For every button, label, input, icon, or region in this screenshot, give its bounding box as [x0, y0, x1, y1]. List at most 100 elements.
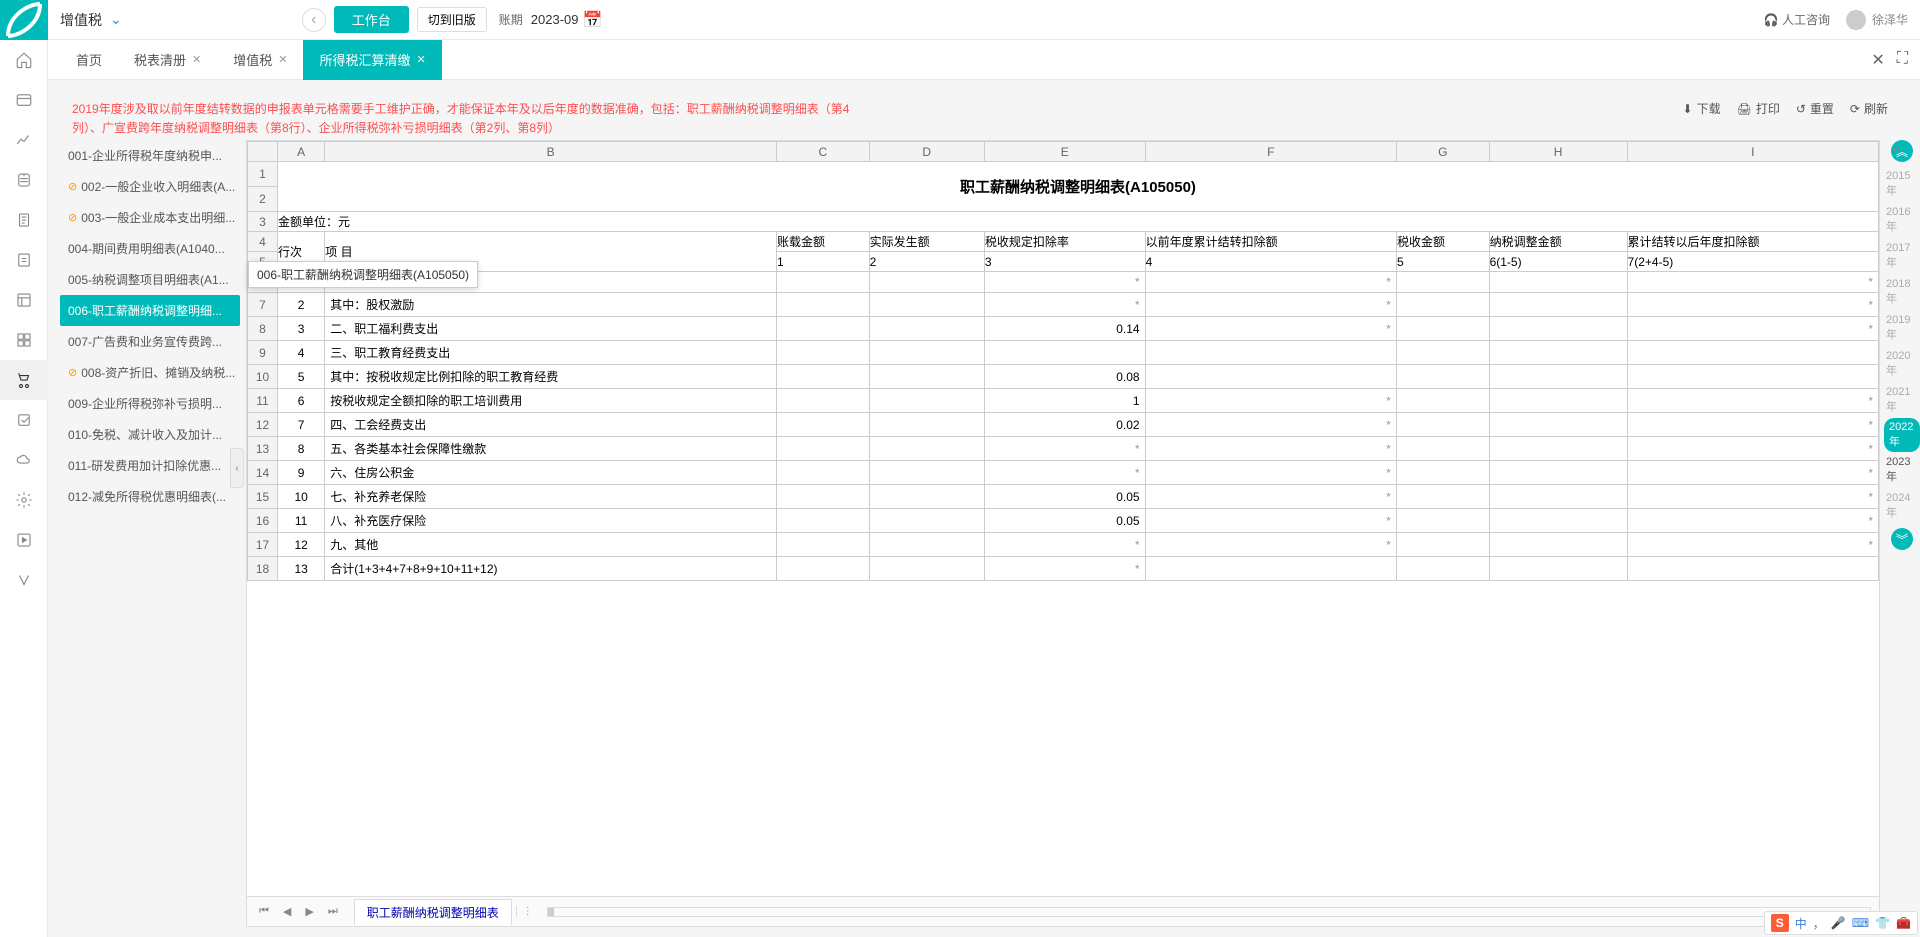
- col-header[interactable]: D: [869, 142, 984, 162]
- cell-item[interactable]: 七、补充养老保险: [325, 485, 777, 509]
- nav-chart-icon[interactable]: [0, 120, 48, 160]
- cell-value[interactable]: [1396, 509, 1489, 533]
- row-header[interactable]: 4: [248, 232, 278, 252]
- form-list-item[interactable]: 011-研发费用加计扣除优惠...: [60, 450, 240, 481]
- nav-home-icon[interactable]: [0, 40, 48, 80]
- cell-value[interactable]: [776, 461, 869, 485]
- cell-value[interactable]: 0.05: [984, 509, 1145, 533]
- expand-icon[interactable]: ⛶: [1897, 50, 1908, 70]
- row-header[interactable]: 7: [248, 293, 278, 317]
- sheet-expand-icon[interactable]: »: [1892, 140, 1900, 156]
- year-item[interactable]: 2016年: [1884, 202, 1920, 238]
- cell-value[interactable]: [1396, 272, 1489, 293]
- cell-value[interactable]: *: [1145, 437, 1396, 461]
- close-icon[interactable]: ✕: [192, 53, 201, 66]
- col-header[interactable]: A: [278, 142, 325, 162]
- old-version-button[interactable]: 切到旧版: [417, 7, 487, 32]
- cell-rownum[interactable]: 5: [278, 365, 325, 389]
- cell-value[interactable]: [1396, 365, 1489, 389]
- row-header[interactable]: 3: [248, 212, 278, 232]
- cell-value[interactable]: [869, 413, 984, 437]
- cell-value[interactable]: [776, 341, 869, 365]
- form-list-item[interactable]: 005-纳税调整项目明细表(A1...: [60, 264, 240, 295]
- row-header[interactable]: 12: [248, 413, 278, 437]
- cell-value[interactable]: *: [1145, 389, 1396, 413]
- cell-value[interactable]: [1396, 557, 1489, 581]
- tab-item[interactable]: 增值税✕: [217, 40, 303, 80]
- tab-item[interactable]: 首页: [60, 40, 118, 80]
- row-header[interactable]: 8: [248, 317, 278, 341]
- year-item[interactable]: 2017年: [1884, 238, 1920, 274]
- year-item[interactable]: 2018年: [1884, 274, 1920, 310]
- row-header[interactable]: 10: [248, 365, 278, 389]
- cell-rownum[interactable]: 9: [278, 461, 325, 485]
- form-list-item[interactable]: 007-广告费和业务宣传费跨...: [60, 326, 240, 357]
- cell-value[interactable]: *: [1145, 293, 1396, 317]
- cell-item[interactable]: 九、其他: [325, 533, 777, 557]
- ime-punct[interactable]: ，: [1813, 915, 1825, 932]
- year-item[interactable]: 2021年: [1884, 382, 1920, 418]
- cell-value[interactable]: *: [1145, 272, 1396, 293]
- close-icon[interactable]: ✕: [417, 53, 426, 66]
- sheet-tab[interactable]: 职工薪酬纳税调整明细表: [354, 899, 512, 925]
- ime-mic-icon[interactable]: 🎤: [1831, 916, 1846, 930]
- form-list-item[interactable]: 001-企业所得税年度纳税申...: [60, 140, 240, 171]
- cell-value[interactable]: *: [984, 293, 1145, 317]
- cell-value[interactable]: [1489, 389, 1627, 413]
- cell-rownum[interactable]: 7: [278, 413, 325, 437]
- cell-value[interactable]: [869, 557, 984, 581]
- cell-value[interactable]: [1627, 557, 1878, 581]
- print-button[interactable]: 🖨打印: [1737, 100, 1780, 117]
- cell-value[interactable]: [776, 557, 869, 581]
- cell-value[interactable]: [869, 533, 984, 557]
- horizontal-scrollbar[interactable]: [547, 907, 1871, 917]
- cell-value[interactable]: *: [984, 557, 1145, 581]
- form-list-item[interactable]: ⊘002-一般企业收入明细表(A...: [60, 171, 240, 202]
- cell-value[interactable]: [1396, 437, 1489, 461]
- tab-item[interactable]: 所得税汇算清缴✕: [303, 40, 441, 80]
- row-header[interactable]: 9: [248, 341, 278, 365]
- cell-value[interactable]: *: [1627, 509, 1878, 533]
- cell-value[interactable]: [1489, 272, 1627, 293]
- form-list-item[interactable]: 010-免税、减计收入及加计...: [60, 419, 240, 450]
- cell-value[interactable]: *: [1627, 413, 1878, 437]
- cell-value[interactable]: *: [1145, 509, 1396, 533]
- cell-value[interactable]: *: [1145, 317, 1396, 341]
- close-all-icon[interactable]: ✕: [1871, 50, 1884, 70]
- nav-money-icon[interactable]: [0, 160, 48, 200]
- cell-value[interactable]: [776, 389, 869, 413]
- nav-template-icon[interactable]: [0, 280, 48, 320]
- cell-value[interactable]: [869, 341, 984, 365]
- cell-value[interactable]: [1396, 317, 1489, 341]
- cell-value[interactable]: [1396, 293, 1489, 317]
- cell-value[interactable]: *: [984, 437, 1145, 461]
- nav-cloud-icon[interactable]: [0, 440, 48, 480]
- cell-value[interactable]: [869, 317, 984, 341]
- cell-rownum[interactable]: 11: [278, 509, 325, 533]
- cell-rownum[interactable]: 6: [278, 389, 325, 413]
- cell-item[interactable]: 三、职工教育经费支出: [325, 341, 777, 365]
- cell-value[interactable]: *: [1627, 317, 1878, 341]
- row-header[interactable]: 14: [248, 461, 278, 485]
- row-header[interactable]: 17: [248, 533, 278, 557]
- col-header[interactable]: E: [984, 142, 1145, 162]
- close-icon[interactable]: ✕: [278, 53, 287, 66]
- app-logo[interactable]: [0, 0, 48, 40]
- cell-value[interactable]: [869, 509, 984, 533]
- cell-value[interactable]: [1627, 341, 1878, 365]
- cell-item[interactable]: 六、住房公积金: [325, 461, 777, 485]
- cell-value[interactable]: *: [1627, 293, 1878, 317]
- cell-value[interactable]: [1145, 557, 1396, 581]
- cell-value[interactable]: *: [1145, 485, 1396, 509]
- cell-value[interactable]: [776, 293, 869, 317]
- year-item[interactable]: 2019年: [1884, 310, 1920, 346]
- row-header[interactable]: 15: [248, 485, 278, 509]
- ime-tool-icon[interactable]: 🧰: [1896, 916, 1911, 930]
- form-list-item[interactable]: 004-期间费用明细表(A1040...: [60, 233, 240, 264]
- user-menu[interactable]: 徐泽华: [1846, 10, 1908, 30]
- col-header[interactable]: B: [325, 142, 777, 162]
- nav-v-icon[interactable]: [0, 560, 48, 600]
- cell-value[interactable]: [1627, 365, 1878, 389]
- cell-value[interactable]: [869, 437, 984, 461]
- reset-button[interactable]: ↺重置: [1796, 100, 1834, 117]
